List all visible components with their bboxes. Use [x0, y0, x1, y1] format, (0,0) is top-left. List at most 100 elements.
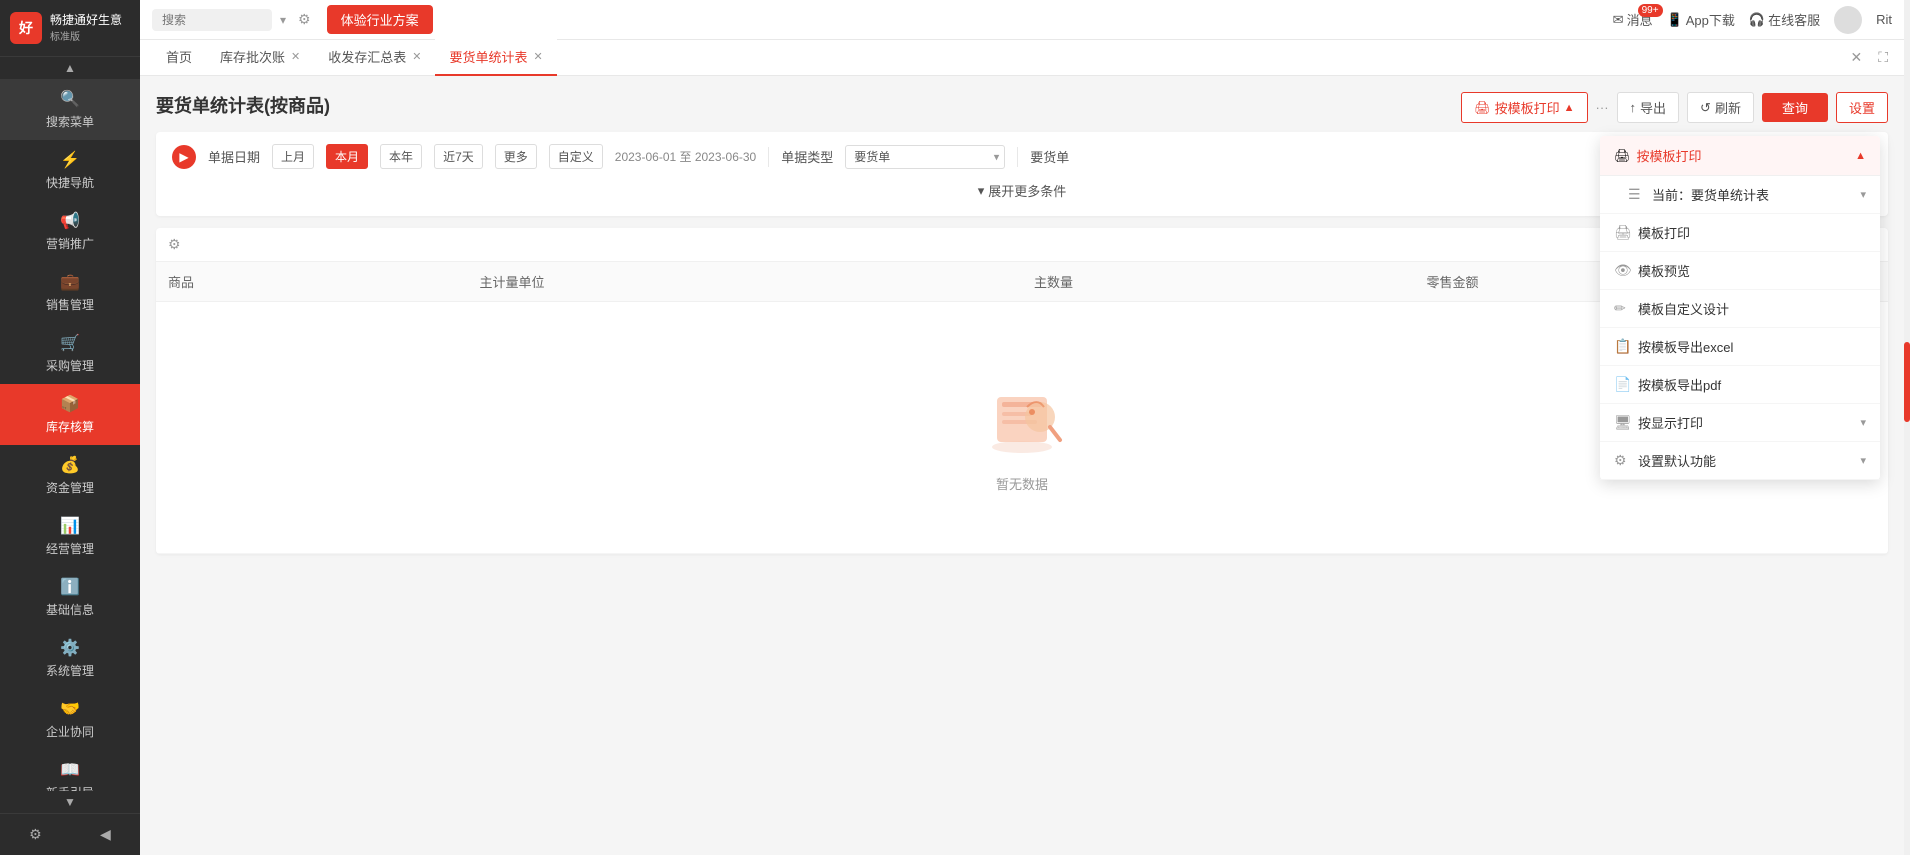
refresh-btn[interactable]: ↺ 刷新: [1687, 92, 1754, 123]
tab-inventory-batch-close[interactable]: ✕: [291, 50, 300, 63]
marketing-icon: 📢: [60, 211, 80, 231]
trial-btn[interactable]: 体验行业方案: [327, 5, 433, 34]
sidebar-label-sales: 销售管理: [46, 296, 94, 313]
sidebar-label-finance: 资金管理: [46, 479, 94, 496]
system-icon: ⚙️: [60, 638, 80, 658]
scroll-up-arrow[interactable]: ▲: [0, 57, 140, 79]
type-select[interactable]: 要货单: [845, 145, 1005, 169]
tab-order-stats-close[interactable]: ✕: [534, 50, 543, 63]
export-btn[interactable]: ↑ 导出: [1617, 92, 1680, 123]
sidebar-label-operations: 经营管理: [46, 540, 94, 557]
dropdown-item-template-preview[interactable]: 👁 模板预览: [1600, 252, 1880, 290]
username[interactable]: Rit: [1876, 12, 1892, 27]
right-scrollbar[interactable]: [1904, 0, 1910, 855]
sidebar-item-basic[interactable]: ℹ️ 基础信息: [0, 567, 140, 628]
dropdown-item-export-pdf[interactable]: 📄 按模板导出pdf: [1600, 366, 1880, 404]
app-name: 畅捷通好生意: [50, 13, 122, 29]
filter-arrow-btn[interactable]: ▶: [172, 145, 196, 169]
date-btn-last-month[interactable]: 上月: [272, 144, 314, 169]
display-print-chevron: ▾: [1860, 416, 1866, 429]
sidebar-item-inventory[interactable]: 📦 库存核算: [0, 384, 140, 445]
date-btn-custom[interactable]: 自定义: [549, 144, 603, 169]
sidebar-label-purchase: 采购管理: [46, 357, 94, 374]
dropdown-item-template-design[interactable]: ✏ 模板自定义设计: [1600, 290, 1880, 328]
search-input[interactable]: [152, 9, 272, 31]
more-btn[interactable]: ···: [1596, 100, 1609, 115]
template-print-icon: 🖨: [1614, 224, 1630, 241]
template-preview-label: 模板预览: [1638, 261, 1690, 280]
settings-btn[interactable]: 设置: [1836, 92, 1888, 123]
tab-receivables-label: 收发存汇总表: [328, 47, 406, 66]
date-btn-more[interactable]: 更多: [495, 144, 537, 169]
gear-icon[interactable]: ⚙: [298, 11, 311, 28]
template-design-label: 模板自定义设计: [1638, 299, 1729, 318]
date-btn-current-year[interactable]: 本年: [380, 144, 422, 169]
scrollbar-thumb[interactable]: [1904, 342, 1910, 422]
table-settings-icon[interactable]: ⚙: [168, 236, 181, 253]
sidebar-item-shortcuts[interactable]: ⚡ 快捷导航: [0, 140, 140, 201]
template-preview-icon: 👁: [1614, 262, 1630, 279]
sidebar-item-sales[interactable]: 💼 销售管理: [0, 262, 140, 323]
query-btn[interactable]: 查询: [1762, 93, 1828, 122]
sidebar-item-collab[interactable]: 🤝 企业协同: [0, 689, 140, 750]
set-default-chevron: ▾: [1860, 454, 1866, 467]
print-btn[interactable]: 🖨 按模板打印 ▲: [1461, 92, 1587, 123]
dropdown-current-item[interactable]: ☰ 当前：要货单统计表 ▾: [1600, 176, 1880, 214]
type-select-wrap: 要货单: [845, 145, 1005, 169]
service-btn[interactable]: 🎧 在线客服: [1749, 10, 1820, 29]
sidebar-label-guide: 新手引导: [46, 784, 94, 791]
sidebar-item-guide[interactable]: 📖 新手引导: [0, 750, 140, 791]
topbar-right: ✉ 消息 99+ 📱 App下载 🎧 在线客服 Rit: [1613, 6, 1892, 34]
sidebar-label-collab: 企业协同: [46, 723, 94, 740]
sidebar: 好 畅捷通好生意 标准版 ▲ 🔍 搜索菜单 ⚡ 快捷导航 📢 营销推广 💼 销售…: [0, 0, 140, 855]
tab-home[interactable]: 首页: [152, 39, 206, 76]
main-area: ▾ ⚙ 体验行业方案 ✉ 消息 99+ 📱 App下载 🎧 在线客服 Rit 首…: [140, 0, 1904, 855]
content-area: 要货单统计表(按商品) 🖨 按模板打印 ▲ ··· ↑ 导出 ↺ 刷新 查询 设…: [140, 76, 1904, 855]
expand-label: 展开更多条件: [988, 181, 1066, 200]
basic-icon: ℹ️: [60, 577, 80, 597]
export-label: 导出: [1640, 98, 1666, 117]
scroll-down-arrow[interactable]: ▼: [0, 791, 140, 813]
message-btn[interactable]: ✉ 消息 99+: [1613, 10, 1653, 29]
sidebar-item-marketing[interactable]: 📢 营销推广: [0, 201, 140, 262]
tabs-expand-btn[interactable]: ⛶: [1874, 47, 1892, 68]
expand-btn[interactable]: ▾ 展开更多条件: [970, 177, 1075, 204]
topbar: ▾ ⚙ 体验行业方案 ✉ 消息 99+ 📱 App下载 🎧 在线客服 Rit: [140, 0, 1904, 40]
sidebar-item-finance[interactable]: 💰 资金管理: [0, 445, 140, 506]
dropdown-item-template-print[interactable]: 🖨 模板打印: [1600, 214, 1880, 252]
display-print-icon: 🖥: [1614, 414, 1630, 431]
col-unit: 主计量单位: [468, 262, 1022, 302]
search-dropdown-icon[interactable]: ▾: [280, 13, 286, 27]
sidebar-label-search: 搜索菜单: [46, 113, 94, 130]
date-range-display: 2023-06-01 至 2023-06-30: [615, 148, 756, 165]
date-btn-current-month[interactable]: 本月: [326, 144, 368, 169]
empty-text: 暂无数据: [996, 474, 1048, 493]
logo-icon: 好: [10, 12, 42, 44]
tabs-close-all-btn[interactable]: ✕: [1846, 47, 1866, 68]
tab-receivables[interactable]: 收发存汇总表 ✕: [314, 39, 435, 76]
sidebar-item-purchase[interactable]: 🛒 采购管理: [0, 323, 140, 384]
date-btn-7days[interactable]: 近7天: [434, 144, 483, 169]
set-default-label: 设置默认功能: [1638, 451, 1716, 470]
sidebar-item-system[interactable]: ⚙️ 系统管理: [0, 628, 140, 689]
tab-inventory-batch[interactable]: 库存批次账 ✕: [206, 39, 314, 76]
dropdown-item-set-default[interactable]: ⚙ 设置默认功能 ▾: [1600, 442, 1880, 480]
dropdown-chevron-up-icon[interactable]: ▲: [1855, 150, 1866, 162]
tab-order-stats[interactable]: 要货单统计表 ✕: [435, 39, 556, 76]
current-template-icon: ☰: [1628, 186, 1644, 203]
sidebar-label-marketing: 营销推广: [46, 235, 94, 252]
collapse-btn[interactable]: ◀: [92, 822, 119, 847]
dropdown-item-display-print[interactable]: 🖥 按显示打印 ▾: [1600, 404, 1880, 442]
printer-icon: 🖨: [1474, 100, 1491, 116]
settings-bottom-btn[interactable]: ⚙: [21, 822, 50, 847]
app-name-block: 畅捷通好生意 标准版: [50, 13, 122, 44]
app-download-btn[interactable]: 📱 App下载: [1667, 10, 1735, 29]
avatar[interactable]: [1834, 6, 1862, 34]
sidebar-label-shortcuts: 快捷导航: [46, 174, 94, 191]
sidebar-item-search[interactable]: 🔍 搜索菜单: [0, 79, 140, 140]
sidebar-label-system: 系统管理: [46, 662, 94, 679]
tab-receivables-close[interactable]: ✕: [412, 50, 421, 63]
print-dropdown: 🖨 按模板打印 ▲ ☰ 当前：要货单统计表 ▾ 🖨 模板打印 👁 模板预览: [1600, 136, 1880, 480]
dropdown-item-export-excel[interactable]: 📋 按模板导出excel: [1600, 328, 1880, 366]
sidebar-item-operations[interactable]: 📊 经营管理: [0, 506, 140, 567]
